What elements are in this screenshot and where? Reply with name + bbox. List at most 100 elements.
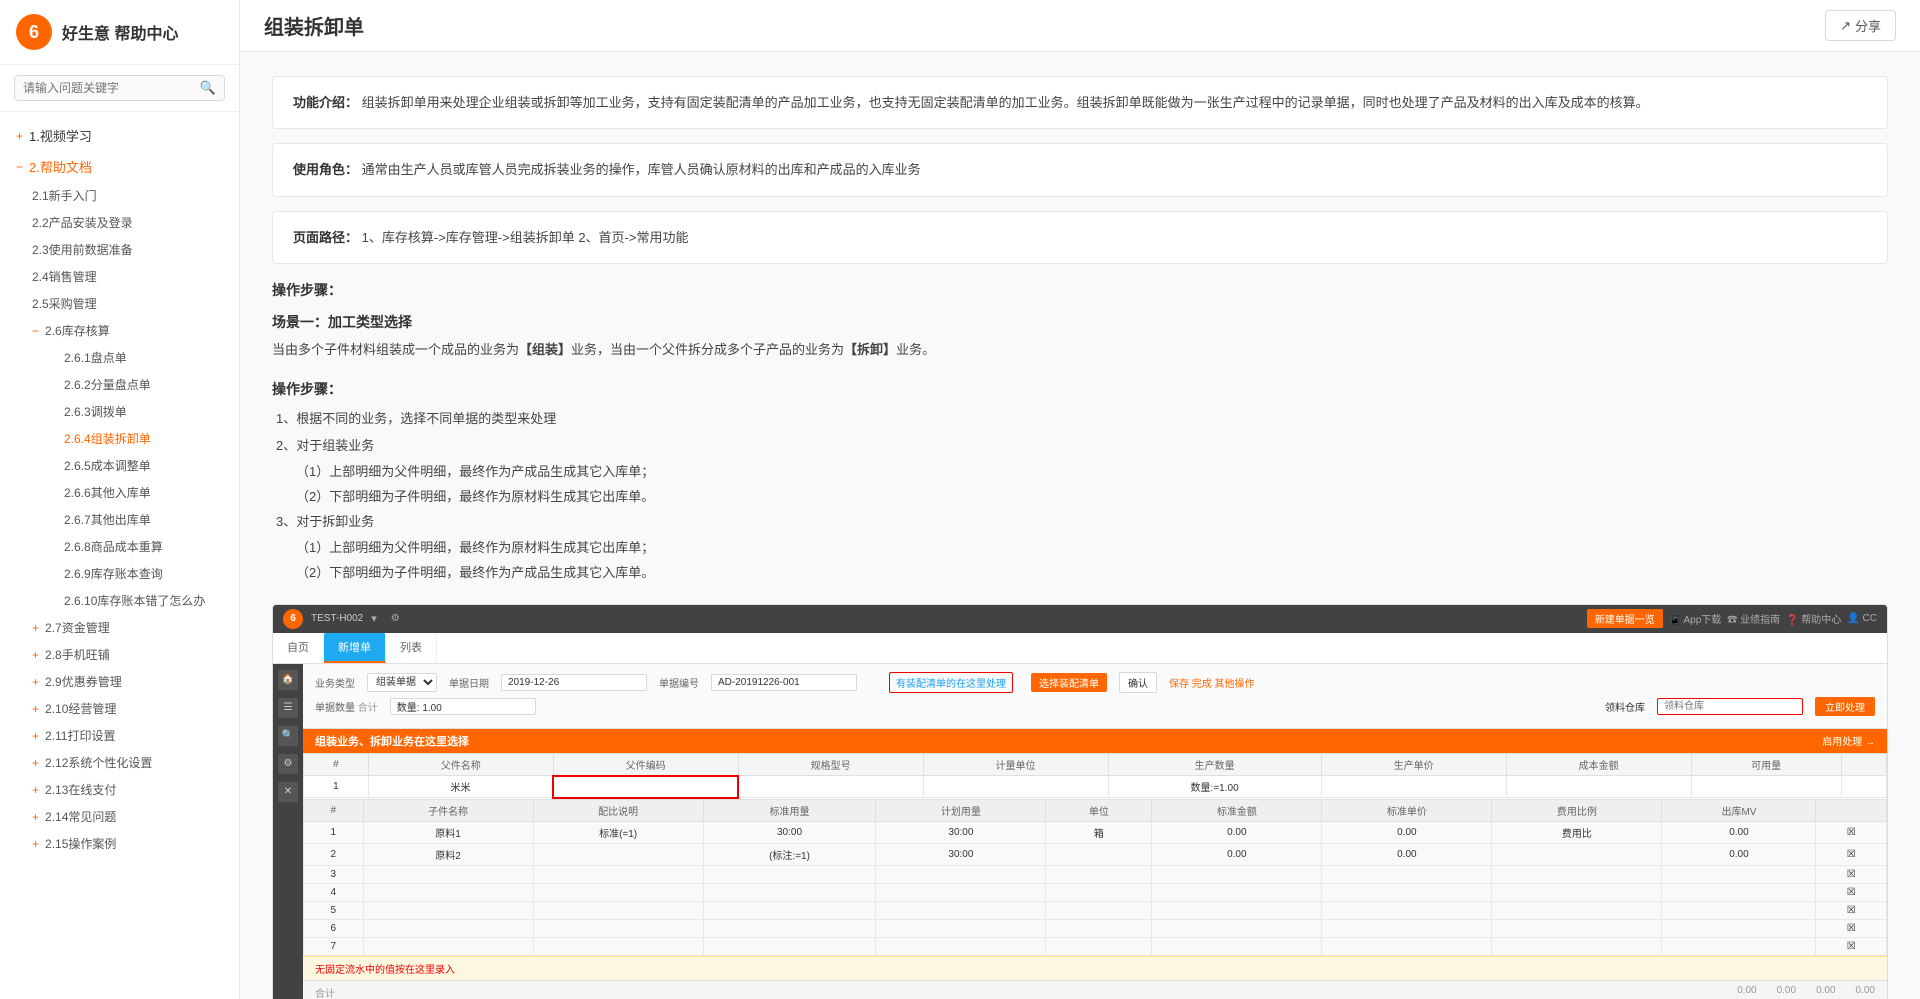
mock-th-spec: 规格型号 — [738, 753, 923, 776]
inventory-submenu: 2.6.1盘点单 2.6.2分量盘点单 2.6.3调拨单 2.6.4组装拆卸单 … — [32, 344, 239, 614]
sidebar-item-install[interactable]: 2.2产品安装及登录 — [32, 209, 239, 236]
sidebar-item-purchase[interactable]: 2.5采购管理 — [32, 290, 239, 317]
mock-th-prod-price: 生产单价 — [1321, 753, 1506, 776]
intro-text: 组装拆卸单用来处理企业组装或拆卸等加工业务，支持有固定装配清单的产品加工业务，也… — [362, 95, 1649, 110]
sidebar-item-assembly[interactable]: 2.6.4组装拆卸单 — [64, 425, 239, 452]
share-button[interactable]: ↗ 分享 — [1825, 10, 1896, 41]
sidebar-item-docs[interactable]: − 2.帮助文档 — [0, 151, 239, 182]
mock-tab-bar: 自页 新增单 列表 — [273, 633, 1887, 664]
sidebar-item-sales[interactable]: 2.4销售管理 — [32, 263, 239, 290]
collapse-icon: − — [32, 324, 39, 338]
step3: 3、对于拆卸业务 — [276, 510, 1888, 535]
step3-sub1: （1）上部明细为父件明细，最终作为原材料生成其它出库单； — [296, 536, 1888, 561]
mock-logo: 6 — [283, 609, 303, 629]
sidebar-item-transfer[interactable]: 2.6.3调拨单 — [64, 398, 239, 425]
mock-type-select[interactable]: 组装单据 拆卸单据 — [367, 673, 437, 692]
sidebar-item-print[interactable]: + 2.11打印设置 — [32, 722, 239, 749]
mock-annotation-bottom: 无固定流水中的值按在这里录入 — [303, 956, 1887, 980]
scenario1-title: 场景一：加工类型选择 — [272, 312, 1888, 332]
mock-tab-list[interactable]: 列表 — [386, 633, 437, 663]
mock-icon-list[interactable]: ☰ — [278, 698, 298, 718]
mock-content: 业务类型 组装单据 拆卸单据 单据日期 单据编号 — [303, 664, 1887, 999]
mock-th-cost: 成本金额 — [1506, 753, 1691, 776]
sidebar-item-newcomer[interactable]: 2.1新手入门 — [32, 182, 239, 209]
sidebar-item-mobile[interactable]: + 2.8手机旺铺 — [32, 641, 239, 668]
sidebar-item-fund[interactable]: + 2.7资金管理 — [32, 614, 239, 641]
role-block: 使用角色： 通常由生产人员或库管人员完成拆装业务的操作，库管人员确认原材料的出库… — [272, 143, 1888, 196]
mock-section-header: 组装业务、拆卸业务在这里选择 启用处理 → — [303, 729, 1887, 753]
sidebar-item-data-prep[interactable]: 2.3使用前数据准备 — [32, 236, 239, 263]
page-title: 组装拆卸单 — [264, 11, 364, 40]
mock-th-available: 可用量 — [1691, 753, 1841, 776]
mock-form-wrapper: 业务类型 组装单据 拆卸单据 单据日期 单据编号 — [303, 664, 1887, 999]
mock-code-input[interactable] — [711, 674, 857, 691]
mock-th-prod-qty: 生产数量 — [1108, 753, 1321, 776]
mock-form-row1: 业务类型 组装单据 拆卸单据 单据日期 单据编号 — [315, 672, 1875, 693]
sidebar-item-cases[interactable]: + 2.15操作案例 — [32, 830, 239, 857]
sidebar-item-split-stocktake[interactable]: 2.6.2分量盘点单 — [64, 371, 239, 398]
search-input[interactable] — [23, 81, 200, 95]
steps-label: 操作步骤： — [272, 379, 1888, 399]
sidebar-item-inventory[interactable]: − 2.6库存核算 — [32, 317, 239, 344]
mock-code-label: 单据编号 — [659, 675, 699, 690]
sidebar-item-account-error[interactable]: 2.6.10库存账本错了怎么办 — [64, 587, 239, 614]
mock-annotation-text: 无固定流水中的值按在这里录入 — [315, 965, 455, 976]
mock-app: 6 TEST-H002 ▾ ⚙ 新建单据一览 📱 App下载 ☎ 业绩指南 ❓ … — [273, 605, 1887, 999]
mock-date-label: 单据日期 — [449, 675, 489, 690]
sidebar-item-personal[interactable]: + 2.12系统个性化设置 — [32, 749, 239, 776]
table-row: 1 原料1 标准(=1) 30:00 30:00 箱 0.00 0.00 费用比 — [304, 821, 1887, 843]
mock-confirm-assembly-btn[interactable]: 确认 — [1119, 672, 1157, 693]
sidebar-item-label: 1.视频学习 — [29, 126, 92, 145]
sidebar-item-other-in[interactable]: 2.6.6其他入库单 — [64, 479, 239, 506]
mock-topbar: 6 TEST-H002 ▾ ⚙ 新建单据一览 📱 App下载 ☎ 业绩指南 ❓ … — [273, 605, 1887, 633]
logo-icon: 6 — [16, 14, 52, 50]
content-area: 功能介绍： 组装拆卸单用来处理企业组装或拆卸等加工业务，支持有固定装配清单的产品… — [240, 52, 1920, 999]
main-area: 组装拆卸单 ↗ 分享 功能介绍： 组装拆卸单用来处理企业组装或拆卸等加工业务，支… — [240, 0, 1920, 999]
search-box[interactable]: 🔍 — [14, 75, 225, 101]
mock-warehouse-input[interactable] — [1657, 698, 1803, 715]
mock-process-btn[interactable]: 立即处理 — [1815, 697, 1875, 716]
sidebar-item-other-out[interactable]: 2.6.7其他出库单 — [64, 506, 239, 533]
mock-icon-search[interactable]: 🔍 — [278, 726, 298, 746]
sidebar-item-operation[interactable]: + 2.10经营管理 — [32, 695, 239, 722]
mock-tab-new[interactable]: 新增单 — [324, 633, 386, 663]
step2-sub2: （2）下部明细为子件明细，最终作为原材料生成其它出库单。 — [296, 485, 1888, 510]
table-row: 7☒ — [304, 937, 1887, 955]
mock-footer-totals: 0.00 0.00 0.00 0.00 — [1737, 985, 1875, 999]
mock-assembly-notice: 有装配清单的在这里处理 — [889, 672, 1013, 693]
sidebar-item-coupon[interactable]: + 2.9优惠券管理 — [32, 668, 239, 695]
sidebar-item-stocktake[interactable]: 2.6.1盘点单 — [64, 344, 239, 371]
mock-actions-label: 保存 完成 其他操作 — [1169, 675, 1255, 690]
search-area: 🔍 — [0, 65, 239, 112]
table-row: 1 米米 数量:=1.00 — [304, 776, 1887, 798]
logo-area: 6 好生意 帮助中心 — [0, 0, 239, 65]
mock-new-doc-btn[interactable]: 新建单据一览 — [1587, 609, 1663, 628]
search-icon[interactable]: 🔍 — [200, 80, 216, 96]
role-label: 使用角色： — [293, 162, 358, 177]
docs-submenu: 2.1新手入门 2.2产品安装及登录 2.3使用前数据准备 2.4销售管理 2.… — [0, 182, 239, 857]
sidebar-item-payment[interactable]: + 2.13在线支付 — [32, 776, 239, 803]
mock-code-cell-highlight[interactable] — [553, 776, 738, 798]
step-list: 1、根据不同的业务，选择不同单据的类型来处理 2、对于组装业务 （1）上部明细为… — [276, 407, 1888, 586]
sidebar-item-label: 2.帮助文档 — [29, 157, 92, 176]
mock-tab-home[interactable]: 自页 — [273, 633, 324, 663]
sidebar-item-cost-adjust[interactable]: 2.6.5成本调整单 — [64, 452, 239, 479]
mock-icon-close[interactable]: ✕ — [278, 782, 298, 802]
table-row: 5☒ — [304, 901, 1887, 919]
sidebar-item-cost-recalc[interactable]: 2.6.8商品成本重算 — [64, 533, 239, 560]
table-row: 3☒ — [304, 865, 1887, 883]
path-text: 1、库存核算->库存管理->组装拆卸单 2、首页->常用功能 — [362, 230, 689, 245]
mock-date-input[interactable] — [501, 674, 647, 691]
mock-icon-home[interactable]: 🏠 — [278, 670, 298, 690]
sidebar-item-stock-query[interactable]: 2.6.9库存账本查询 — [64, 560, 239, 587]
sidebar-item-faq[interactable]: + 2.14常见问题 — [32, 803, 239, 830]
mock-form-row2: 单据数量 合计 领料仓库 立即处理 — [315, 697, 1875, 716]
step2-sub1: （1）上部明细为父件明细，最终作为产成品生成其它入库单； — [296, 460, 1888, 485]
step1: 1、根据不同的业务，选择不同单据的类型来处理 — [276, 407, 1888, 432]
mock-footer: 合计 0.00 0.00 0.00 0.00 — [303, 980, 1887, 999]
mock-qty-input[interactable] — [390, 698, 536, 715]
mock-select-assembly-btn[interactable]: 选择装配清单 — [1031, 673, 1107, 692]
logo-title: 好生意 帮助中心 — [62, 20, 178, 44]
mock-icon-settings[interactable]: ⚙ — [278, 754, 298, 774]
sidebar-item-video[interactable]: + 1.视频学习 — [0, 120, 239, 151]
